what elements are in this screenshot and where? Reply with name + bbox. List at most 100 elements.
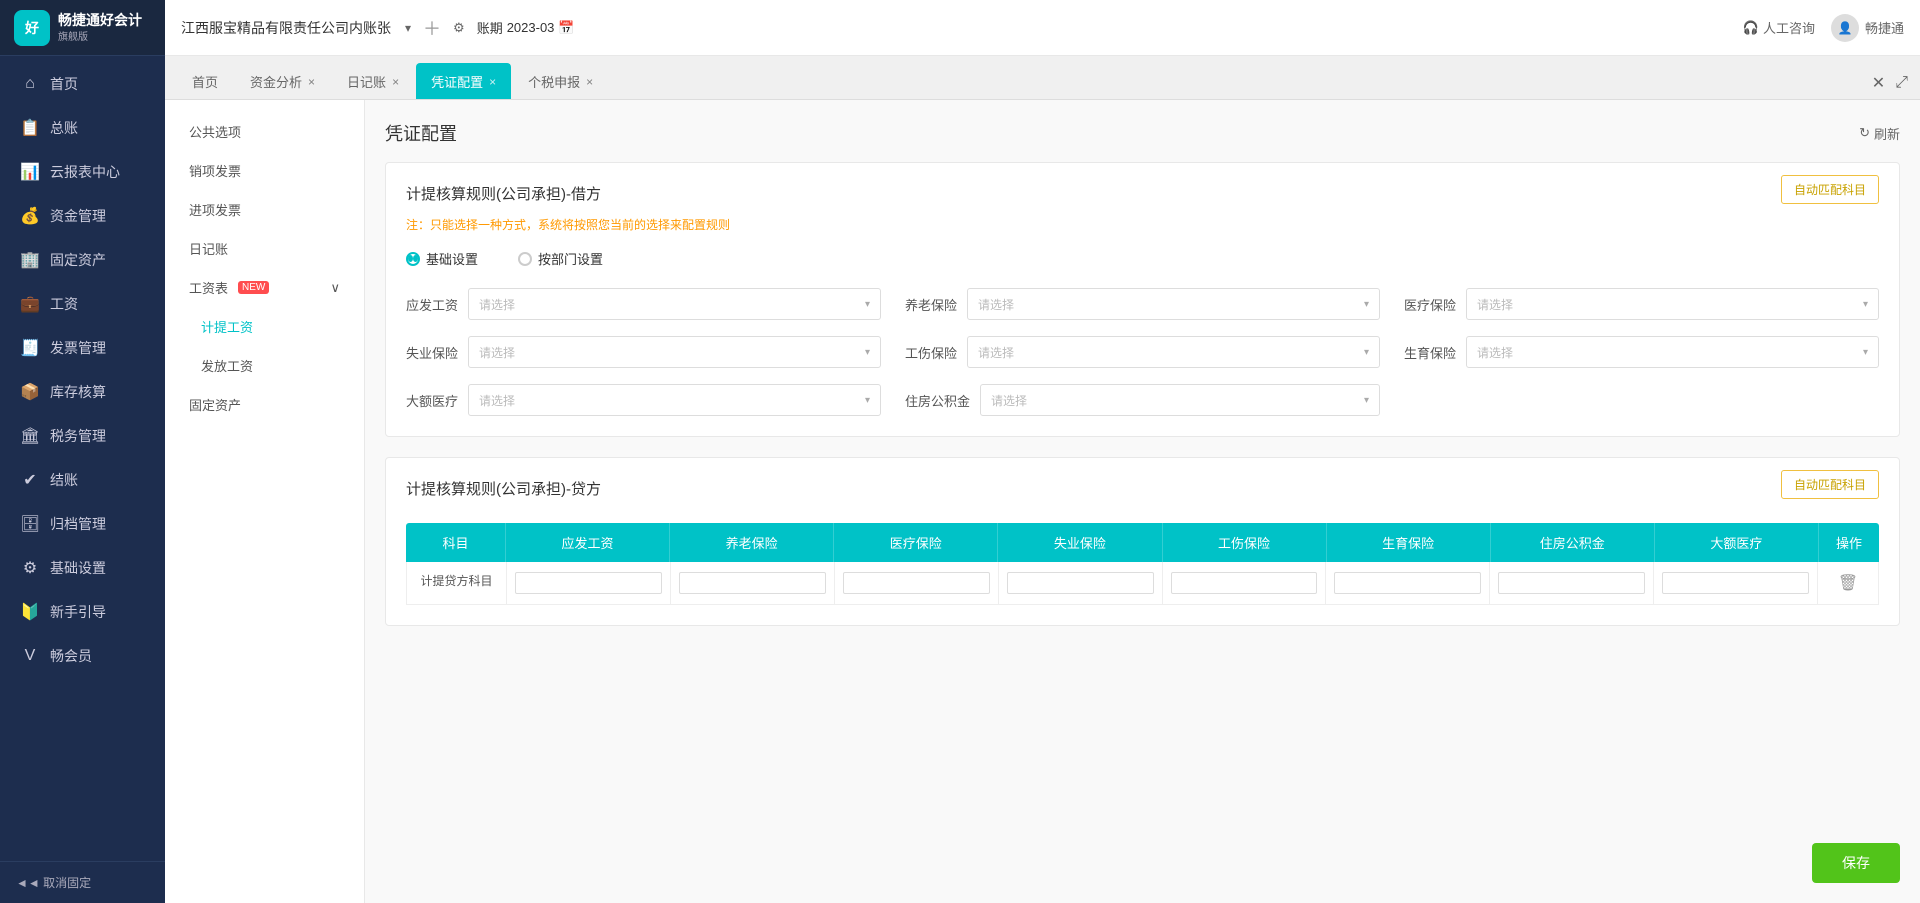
field-yingfa-select[interactable]: 请选择 ▾: [468, 288, 881, 320]
service-button[interactable]: 🎧 人工咨询: [1743, 18, 1815, 37]
row-shiye[interactable]: [999, 562, 1163, 604]
sidebar-item-member[interactable]: V畅会员: [0, 634, 165, 678]
main-area: 江西服宝精品有限责任公司内账张 ▾ ＋ ⚙ 账期 2023-03 📅 🎧 人工咨…: [165, 0, 1920, 903]
radio-basic[interactable]: 基础设置: [406, 249, 478, 268]
row-yingfa[interactable]: [507, 562, 671, 604]
field-shengyu: 生育保险 请选择 ▾: [1404, 336, 1879, 368]
field-zhufang: 住房公积金 请选择 ▾: [905, 384, 1380, 416]
menu-item-purchase[interactable]: 进项发票: [165, 190, 364, 229]
save-button[interactable]: 保存: [1812, 843, 1900, 883]
nav-label-ledger: 总账: [50, 118, 78, 138]
field-yiliao: 医疗保险 请选择 ▾: [1404, 288, 1879, 320]
input-shiye[interactable]: [1007, 572, 1154, 594]
user-profile[interactable]: 👤 畅捷通: [1831, 14, 1904, 42]
sidebar-cancel-pin[interactable]: ◄◄ 取消固定: [0, 861, 165, 903]
row-yanglao[interactable]: [671, 562, 835, 604]
radio-dept[interactable]: 按部门设置: [518, 249, 603, 268]
radio-basic-circle: [406, 252, 420, 266]
menu-item-accrual[interactable]: 计提工资: [165, 307, 364, 346]
menu-item-sales[interactable]: 销项发票: [165, 151, 364, 190]
tab-funds-close[interactable]: ×: [308, 75, 315, 89]
menu-item-payroll-pay[interactable]: 发放工资: [165, 346, 364, 385]
sidebar-item-funds[interactable]: 💰资金管理: [0, 194, 165, 238]
tab-tax[interactable]: 个税申报 ×: [513, 63, 608, 99]
nav-label-inventory: 库存核算: [50, 382, 106, 402]
sidebar-item-guide[interactable]: 🔰新手引导: [0, 590, 165, 634]
input-yiliao[interactable]: [843, 572, 990, 594]
nav-icon-member: V: [20, 647, 40, 665]
row-shengyu[interactable]: [1326, 562, 1490, 604]
sidebar-item-tax[interactable]: 🏛税务管理: [0, 414, 165, 458]
nav-label-reports: 云报表中心: [50, 162, 120, 182]
input-gongshang[interactable]: [1171, 572, 1318, 594]
menu-item-public[interactable]: 公共选项: [165, 112, 364, 151]
tab-home[interactable]: 首页: [177, 63, 233, 99]
debit-auto-match-button[interactable]: 自动匹配科目: [1781, 175, 1879, 204]
nav-label-assets: 固定资产: [50, 250, 106, 270]
refresh-button[interactable]: ↻ 刷新: [1859, 124, 1900, 143]
debit-form-grid: 应发工资 请选择 ▾ 养老保险 请选择 ▾ 医疗: [406, 288, 1879, 416]
row-action[interactable]: 🗑: [1818, 562, 1878, 604]
input-yanglao[interactable]: [679, 572, 826, 594]
input-dae[interactable]: [1662, 572, 1809, 594]
sidebar-item-archive[interactable]: 🗄归档管理: [0, 502, 165, 546]
field-gongshang-select[interactable]: 请选择 ▾: [967, 336, 1380, 368]
close-tab-button[interactable]: ✕: [1872, 73, 1885, 93]
menu-item-journal[interactable]: 日记账: [165, 229, 364, 268]
tab-tax-close[interactable]: ×: [586, 75, 593, 89]
nav-label-checkout: 结账: [50, 470, 78, 490]
expand-tab-button[interactable]: ⤢: [1895, 74, 1908, 92]
tab-journal-close[interactable]: ×: [392, 75, 399, 89]
input-zhufang[interactable]: [1498, 572, 1645, 594]
sidebar-item-invoice[interactable]: 🧾发票管理: [0, 326, 165, 370]
debit-section-note: 注：只能选择一种方式，系统将按照您当前的选择来配置规则: [406, 216, 730, 233]
col-yiliao: 医疗保险: [834, 523, 998, 562]
input-shengyu[interactable]: [1334, 572, 1481, 594]
menu-item-payroll-table[interactable]: 工资表 NEW ∨: [165, 268, 364, 307]
row-gongshang[interactable]: [1163, 562, 1327, 604]
field-shiye-select[interactable]: 请选择 ▾: [468, 336, 881, 368]
field-zhufang-label: 住房公积金: [905, 391, 970, 410]
tab-funds[interactable]: 资金分析 ×: [235, 63, 330, 99]
chevron-down-icon: ▾: [1863, 299, 1868, 310]
row-yiliao[interactable]: [835, 562, 999, 604]
company-dropdown-icon[interactable]: ▾: [405, 21, 411, 35]
tab-journal[interactable]: 日记账 ×: [332, 63, 414, 99]
tab-voucher-close[interactable]: ×: [489, 75, 496, 89]
field-shengyu-label: 生育保险: [1404, 343, 1456, 362]
sidebar-item-reports[interactable]: 📊云报表中心: [0, 150, 165, 194]
col-dae: 大额医疗: [1655, 523, 1819, 562]
sidebar-item-assets[interactable]: 🏢固定资产: [0, 238, 165, 282]
sidebar-item-home[interactable]: ⌂首页: [0, 62, 165, 106]
menu-item-fixed-assets[interactable]: 固定资产: [165, 385, 364, 424]
nav-label-guide: 新手引导: [50, 602, 106, 622]
col-action: 操作: [1819, 523, 1879, 562]
col-yanglao: 养老保险: [670, 523, 834, 562]
field-shengyu-select[interactable]: 请选择 ▾: [1466, 336, 1879, 368]
input-yingfa[interactable]: [515, 572, 662, 594]
radio-group: 基础设置 按部门设置: [406, 249, 1879, 268]
sidebar-item-settings[interactable]: ⚙基础设置: [0, 546, 165, 590]
calendar-icon[interactable]: 📅: [558, 20, 574, 36]
field-yanglao-label: 养老保险: [905, 295, 957, 314]
sidebar-item-inventory[interactable]: 📦库存核算: [0, 370, 165, 414]
tab-journal-label: 日记账: [347, 72, 386, 91]
field-zhufang-select[interactable]: 请选择 ▾: [980, 384, 1380, 416]
tab-voucher[interactable]: 凭证配置 ×: [416, 63, 511, 99]
row-zhufang[interactable]: [1490, 562, 1654, 604]
delete-icon[interactable]: 🗑: [1838, 573, 1858, 593]
add-company-button[interactable]: ＋: [423, 15, 441, 41]
credit-auto-match-button[interactable]: 自动匹配科目: [1781, 470, 1879, 499]
sidebar-item-ledger[interactable]: 📋总账: [0, 106, 165, 150]
sidebar-item-checkout[interactable]: ✔结账: [0, 458, 165, 502]
field-yanglao-select[interactable]: 请选择 ▾: [967, 288, 1380, 320]
field-dae-select[interactable]: 请选择 ▾: [468, 384, 881, 416]
row-dae[interactable]: [1654, 562, 1818, 604]
page-header: 凭证配置 ↻ 刷新: [385, 120, 1900, 146]
chevron-down-icon: ▾: [865, 347, 870, 358]
field-yiliao-select[interactable]: 请选择 ▾: [1466, 288, 1879, 320]
settings-icon[interactable]: ⚙: [453, 20, 465, 36]
period-label: 账期 2023-03 📅: [477, 18, 575, 37]
sidebar-item-salary[interactable]: 💼工资: [0, 282, 165, 326]
credit-table: 科目 应发工资 养老保险 医疗保险 失业保险 工伤保险 生育保险 住房公积金 大…: [406, 523, 1879, 605]
